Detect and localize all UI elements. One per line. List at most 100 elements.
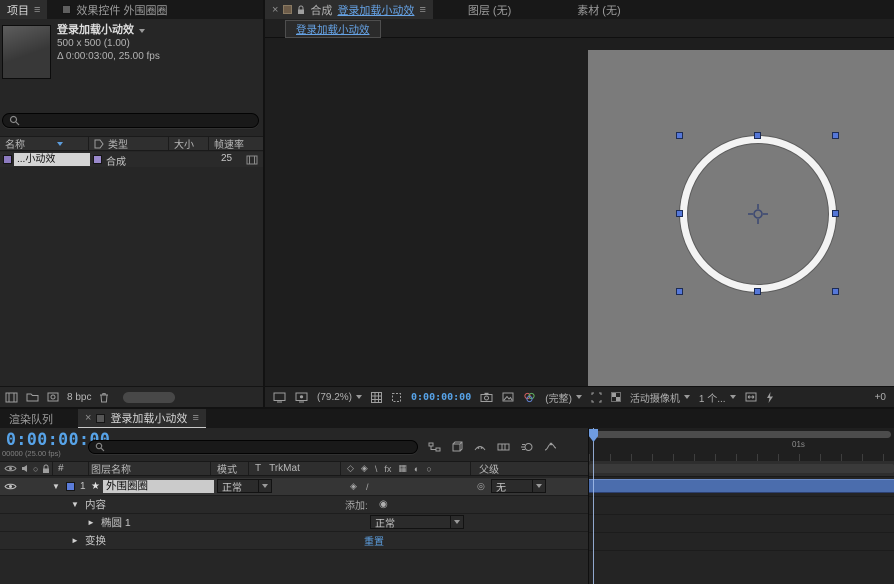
collapse-transformations-icon[interactable]: ◈ [350, 478, 357, 495]
transform-label[interactable]: 变换 [85, 532, 106, 549]
label-color-chip[interactable] [66, 482, 75, 491]
comp-info-name[interactable]: 登录加载小动效 [57, 24, 134, 37]
time-navigator[interactable] [595, 431, 891, 438]
zoom-dropdown[interactable]: (79.2%) [317, 392, 362, 403]
work-area-bar[interactable] [589, 464, 894, 473]
lock-icon[interactable] [42, 464, 50, 474]
project-search-input[interactable] [2, 113, 259, 128]
comp-thumbnail[interactable] [2, 25, 51, 79]
column-size[interactable]: 大小 [168, 137, 208, 150]
show-channel-icon[interactable] [523, 392, 536, 403]
playhead-line[interactable] [593, 428, 594, 584]
selection-handle[interactable] [832, 210, 839, 217]
selection-handle[interactable] [676, 210, 683, 217]
add-property-icon[interactable]: ◉ [379, 496, 388, 513]
tab-render-queue[interactable]: 渲染队列 [2, 409, 60, 428]
bpc-button[interactable]: 8 bpc [67, 392, 91, 403]
fast-previews-icon[interactable] [766, 392, 774, 403]
chevron-down-icon[interactable] [139, 29, 145, 33]
expand-collapse-icon[interactable]: ▼ [71, 496, 79, 513]
selection-handle[interactable] [754, 288, 761, 295]
selection-handle[interactable] [676, 132, 683, 139]
transparency-grid-icon[interactable] [611, 392, 621, 402]
project-item-row[interactable]: ...小动效 合成 25 [0, 152, 263, 167]
time-ruler[interactable]: 01s [589, 428, 894, 461]
column-index[interactable]: # [52, 462, 88, 475]
new-folder-icon[interactable] [26, 392, 39, 402]
expand-icon[interactable]: ► [71, 532, 79, 549]
eye-icon[interactable] [4, 482, 17, 491]
selection-handle[interactable] [832, 288, 839, 295]
tab-project[interactable]: 项目 ≡ [0, 0, 47, 19]
tab-footage[interactable]: 素材 (无) [570, 0, 627, 19]
composition-mini-flowchart-icon[interactable] [428, 442, 441, 452]
grid-guides-icon[interactable] [371, 392, 382, 403]
graph-editor-icon[interactable] [544, 442, 557, 452]
ellipse-blend-mode-dropdown[interactable]: 正常 [370, 515, 464, 529]
show-snapshot-icon[interactable] [502, 392, 514, 402]
ellipse-label[interactable]: 椭圆 1 [101, 514, 131, 531]
timeline-track-area[interactable]: 01s [588, 428, 894, 584]
always-preview-icon[interactable] [273, 392, 286, 403]
comp-timecode[interactable]: 0:00:00:00 [411, 392, 471, 403]
layer-duration-bar[interactable] [589, 479, 894, 493]
selection-handle[interactable] [832, 132, 839, 139]
solo-icon[interactable]: ○ [33, 464, 38, 474]
snapshot-icon[interactable] [480, 392, 493, 402]
new-composition-icon[interactable] [47, 392, 59, 402]
view-layout-dropdown[interactable]: 1 个... [699, 390, 736, 405]
draft-3d-icon[interactable] [452, 441, 463, 452]
panel-menu-icon[interactable]: ≡ [34, 4, 40, 16]
blend-mode-dropdown[interactable]: 正常 [217, 479, 272, 493]
interpret-footage-icon[interactable] [5, 392, 18, 403]
eye-icon[interactable] [4, 464, 17, 473]
reset-link[interactable]: 重置 [364, 532, 384, 549]
tab-composition-name[interactable]: 登录加载小动效 [337, 2, 414, 18]
composition-canvas[interactable] [588, 50, 894, 386]
selection-handle[interactable] [676, 288, 683, 295]
column-mode[interactable]: 模式 [210, 462, 248, 475]
transform-row[interactable]: ► 变换 重置 [0, 532, 588, 550]
panel-menu-icon[interactable]: ≡ [192, 412, 198, 424]
contents-label[interactable]: 内容 [85, 496, 106, 513]
mask-visibility-icon[interactable] [391, 392, 402, 403]
tab-layer[interactable]: 图层 (无) [461, 0, 518, 19]
pixel-aspect-icon[interactable] [745, 392, 757, 402]
column-type[interactable]: 类型 [88, 137, 168, 150]
delete-icon[interactable] [99, 392, 109, 403]
selection-handle[interactable] [754, 132, 761, 139]
close-icon[interactable]: × [85, 412, 91, 424]
parent-dropdown[interactable]: 无 [491, 479, 546, 493]
exposure-control[interactable]: +0 [875, 392, 886, 403]
camera-view-dropdown[interactable]: 活动摄像机 [630, 390, 690, 405]
tab-effect-controls[interactable]: 效果控件 外围圈圈 [55, 0, 174, 19]
tab-timeline-comp[interactable]: × 登录加载小动效 ≡ [78, 409, 206, 428]
region-of-interest-icon[interactable] [591, 392, 602, 403]
timeline-search-input[interactable] [88, 440, 418, 454]
motion-blur-icon[interactable] [521, 442, 533, 452]
viewer-comp-tab[interactable]: 登录加载小动效 [285, 20, 381, 38]
anchor-point-icon[interactable] [747, 203, 769, 225]
column-name[interactable]: 名称 [0, 137, 88, 150]
shy-layers-icon[interactable] [474, 443, 486, 451]
layer-name-edit[interactable]: 外围圈圈 [103, 480, 214, 493]
panel-menu-icon[interactable]: ≡ [419, 4, 425, 16]
close-icon[interactable]: × [272, 4, 278, 16]
expand-collapse-icon[interactable]: ▼ [52, 478, 60, 495]
resolution-dropdown[interactable]: (完整) [545, 390, 582, 405]
pickwhip-icon[interactable]: ◎ [477, 478, 485, 495]
expand-icon[interactable]: ► [87, 514, 95, 531]
audio-icon[interactable] [21, 464, 29, 473]
column-layer-name[interactable]: 图层名称 [88, 462, 210, 475]
contents-row[interactable]: ▼ 内容 添加: ◉ [0, 496, 588, 514]
tab-composition[interactable]: × 合成 登录加载小动效 ≡ [265, 0, 433, 19]
lock-icon[interactable] [297, 5, 305, 15]
layer-row[interactable]: ▼ 1 ★ 外围圈圈 正常 ◈ / ◎ 无 [0, 478, 588, 496]
composition-viewer[interactable] [265, 38, 894, 386]
quality-icon[interactable]: / [366, 478, 369, 495]
column-trkmat[interactable]: T TrkMat [248, 462, 340, 475]
column-parent[interactable]: 父级 [470, 462, 588, 475]
project-item-name-edit[interactable]: ...小动效 [14, 153, 90, 166]
frame-blend-icon[interactable] [497, 442, 510, 452]
column-framerate[interactable]: 帧速率 [208, 137, 263, 150]
